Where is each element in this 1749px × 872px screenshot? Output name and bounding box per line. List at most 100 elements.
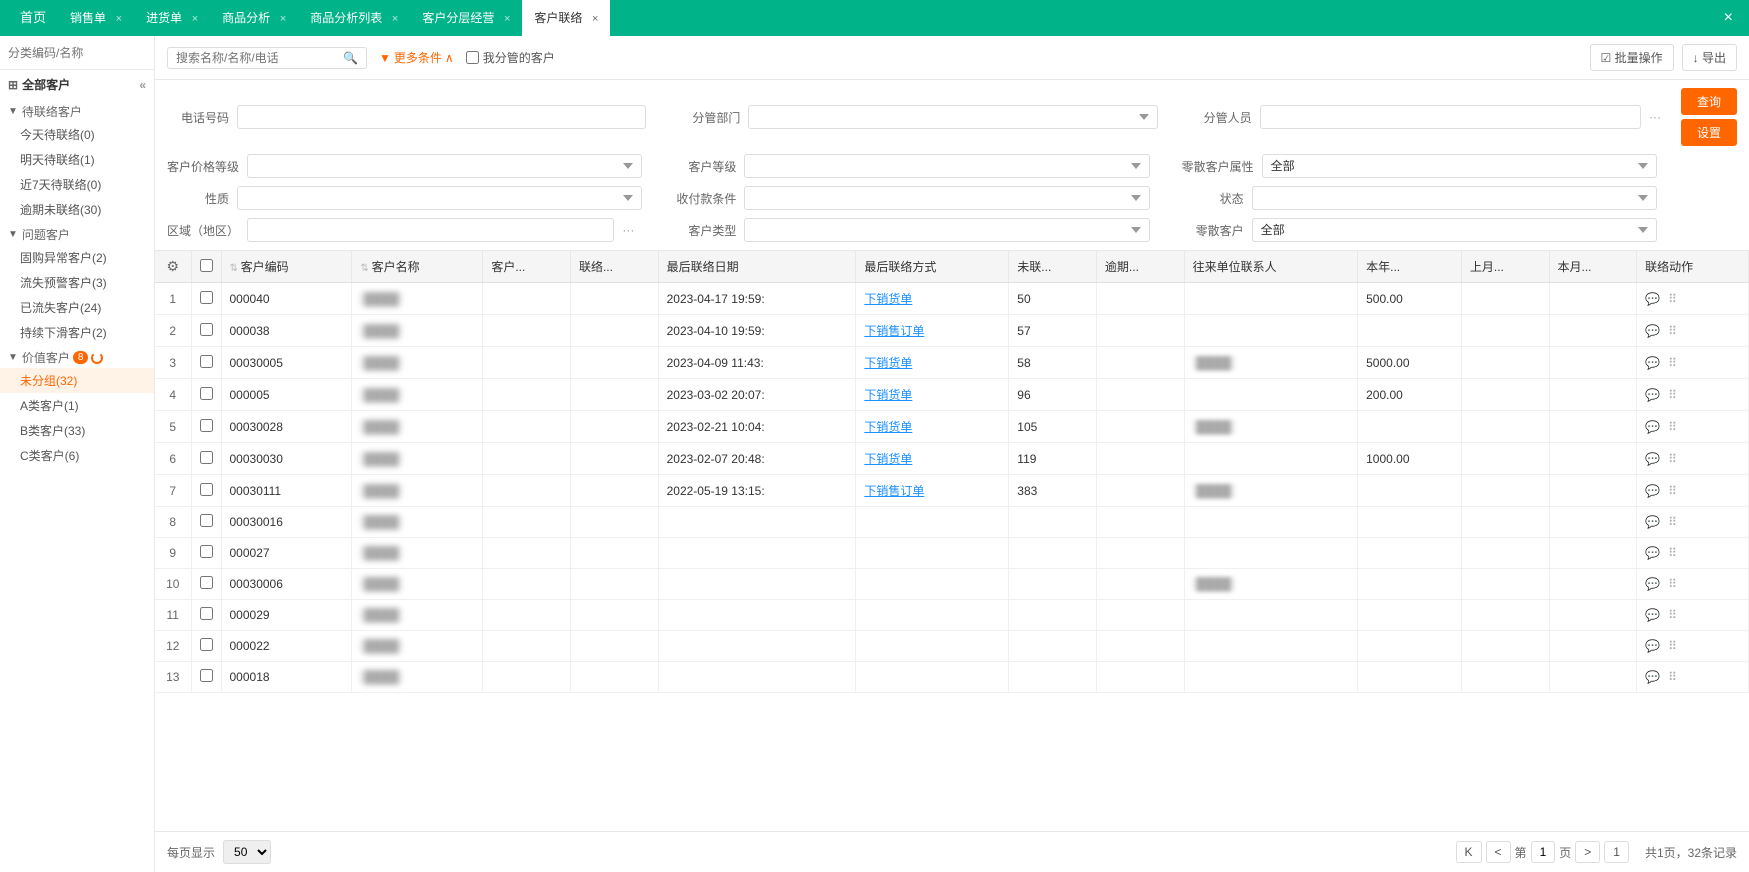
customer-level-select[interactable]	[744, 154, 1149, 178]
phone-input[interactable]	[237, 105, 646, 129]
close-icon[interactable]: ×	[504, 13, 510, 25]
last-method-link[interactable]: 下销售订单	[864, 324, 924, 338]
chat-icon[interactable]: 💬	[1645, 577, 1660, 591]
menu-icon[interactable]: ⠿	[1668, 577, 1677, 591]
sidebar-search-input[interactable]	[8, 46, 155, 60]
sidebar-item-declining[interactable]: 持续下滑客户(2)	[0, 320, 154, 345]
sidebar-item-today[interactable]: 今天待联络(0)	[0, 122, 154, 147]
menu-icon[interactable]: ⠿	[1668, 639, 1677, 653]
first-page-button[interactable]: K	[1456, 841, 1482, 863]
row-checkbox[interactable]	[200, 607, 213, 620]
last-method-link[interactable]: 下销货单	[864, 356, 912, 370]
menu-icon[interactable]: ⠿	[1668, 420, 1677, 434]
nature-select[interactable]	[237, 186, 642, 210]
customer-type-select[interactable]	[744, 218, 1149, 242]
menu-icon[interactable]: ⠿	[1668, 546, 1677, 560]
sidebar-item-churn-warning[interactable]: 流失预警客户(3)	[0, 270, 154, 295]
last-method-link[interactable]: 下销售订单	[864, 484, 924, 498]
chat-icon[interactable]: 💬	[1645, 670, 1660, 684]
chat-icon[interactable]: 💬	[1645, 484, 1660, 498]
reset-button[interactable]: 设置	[1681, 119, 1737, 146]
chat-icon[interactable]: 💬	[1645, 356, 1660, 370]
price-level-select[interactable]	[247, 154, 642, 178]
last-method-link[interactable]: 下销货单	[864, 388, 912, 402]
retail-select[interactable]: 全部	[1252, 218, 1657, 242]
close-icon[interactable]: ×	[192, 13, 198, 25]
nav-tab-product-analysis[interactable]: 商品分析 ×	[210, 0, 298, 36]
nav-tab-customer-tier[interactable]: 客户分层经营 ×	[410, 0, 522, 36]
chat-icon[interactable]: 💬	[1645, 388, 1660, 402]
row-checkbox[interactable]	[200, 451, 213, 464]
sidebar-item-c-class[interactable]: C类客户(6)	[0, 443, 154, 468]
region-input[interactable]	[247, 218, 614, 242]
nav-tab-purchase[interactable]: 进货单 ×	[134, 0, 210, 36]
chat-icon[interactable]: 💬	[1645, 608, 1660, 622]
close-icon[interactable]: ×	[116, 13, 122, 25]
menu-icon[interactable]: ⠿	[1668, 515, 1677, 529]
chat-icon[interactable]: 💬	[1645, 292, 1660, 306]
close-icon[interactable]: ×	[592, 13, 598, 25]
menu-icon[interactable]: ⠿	[1668, 670, 1677, 684]
row-checkbox[interactable]	[200, 387, 213, 400]
row-checkbox[interactable]	[200, 514, 213, 527]
nav-tab-customer-contact[interactable]: 客户联络 ×	[522, 0, 610, 36]
sidebar-item-a-class[interactable]: A类客户(1)	[0, 393, 154, 418]
dept-select[interactable]	[748, 105, 1157, 129]
last-method-link[interactable]: 下销货单	[864, 452, 912, 466]
menu-icon[interactable]: ⠿	[1668, 608, 1677, 622]
row-checkbox[interactable]	[200, 419, 213, 432]
window-close-button[interactable]: ×	[1716, 9, 1741, 27]
page-size-select[interactable]: 50	[223, 840, 271, 864]
menu-icon[interactable]: ⠿	[1668, 388, 1677, 402]
payment-select[interactable]	[744, 186, 1149, 210]
nav-tab-product-list[interactable]: 商品分析列表 ×	[298, 0, 410, 36]
chat-icon[interactable]: 💬	[1645, 639, 1660, 653]
all-customers-header[interactable]: ⊞ 全部客户 «	[0, 70, 154, 99]
my-customers-checkbox[interactable]	[466, 51, 479, 64]
sidebar-item-7days[interactable]: 近7天待联络(0)	[0, 172, 154, 197]
col-customer-name[interactable]: 客户名称	[352, 251, 483, 283]
settings-column-icon[interactable]: ⚙	[155, 251, 191, 283]
last-page-button[interactable]: 1	[1604, 841, 1629, 863]
batch-op-button[interactable]: ☑ 批量操作	[1590, 44, 1674, 71]
export-button[interactable]: ↓ 导出	[1682, 44, 1737, 71]
nav-tab-sales[interactable]: 销售单 ×	[58, 0, 134, 36]
sidebar-group-pending[interactable]: ▼ 待联络客户	[0, 99, 154, 122]
row-checkbox[interactable]	[200, 638, 213, 651]
sidebar-group-value[interactable]: ▼ 价值客户 8	[0, 345, 154, 368]
search-input[interactable]	[176, 51, 343, 65]
close-icon[interactable]: ×	[280, 13, 286, 25]
menu-icon[interactable]: ⠿	[1668, 292, 1677, 306]
person-input[interactable]	[1260, 105, 1641, 129]
row-checkbox[interactable]	[200, 576, 213, 589]
menu-icon[interactable]: ⠿	[1668, 324, 1677, 338]
status-select[interactable]	[1252, 186, 1657, 210]
chat-icon[interactable]: 💬	[1645, 324, 1660, 338]
row-checkbox[interactable]	[200, 545, 213, 558]
prev-page-button[interactable]: <	[1486, 841, 1511, 863]
person-dots[interactable]: ···	[1641, 110, 1669, 124]
sidebar-item-abnormal[interactable]: 固购异常客户(2)	[0, 245, 154, 270]
last-method-link[interactable]: 下销货单	[864, 420, 912, 434]
row-checkbox[interactable]	[200, 355, 213, 368]
sidebar-item-ungroup[interactable]: 未分组(32)	[0, 368, 154, 393]
row-checkbox[interactable]	[200, 483, 213, 496]
sidebar-item-overdue[interactable]: 逾期未联络(30)	[0, 197, 154, 222]
select-all-checkbox[interactable]	[200, 259, 213, 272]
retail-attr-select[interactable]: 全部	[1262, 154, 1657, 178]
region-dots[interactable]: ···	[614, 223, 642, 237]
next-page-button[interactable]: >	[1575, 841, 1600, 863]
menu-icon[interactable]: ⠿	[1668, 356, 1677, 370]
collapse-icon[interactable]: «	[139, 78, 146, 92]
col-customer-code[interactable]: 客户编码	[221, 251, 352, 283]
search-icon[interactable]: 🔍	[343, 51, 358, 65]
query-button[interactable]: 查询	[1681, 88, 1737, 115]
refresh-icon[interactable]	[91, 352, 103, 364]
close-icon[interactable]: ×	[392, 13, 398, 25]
more-conditions-button[interactable]: ▼ 更多条件 ∧	[379, 49, 454, 66]
sidebar-item-tomorrow[interactable]: 明天待联络(1)	[0, 147, 154, 172]
sidebar-item-churned[interactable]: 已流失客户(24)	[0, 295, 154, 320]
row-checkbox[interactable]	[200, 323, 213, 336]
chat-icon[interactable]: 💬	[1645, 515, 1660, 529]
chat-icon[interactable]: 💬	[1645, 546, 1660, 560]
